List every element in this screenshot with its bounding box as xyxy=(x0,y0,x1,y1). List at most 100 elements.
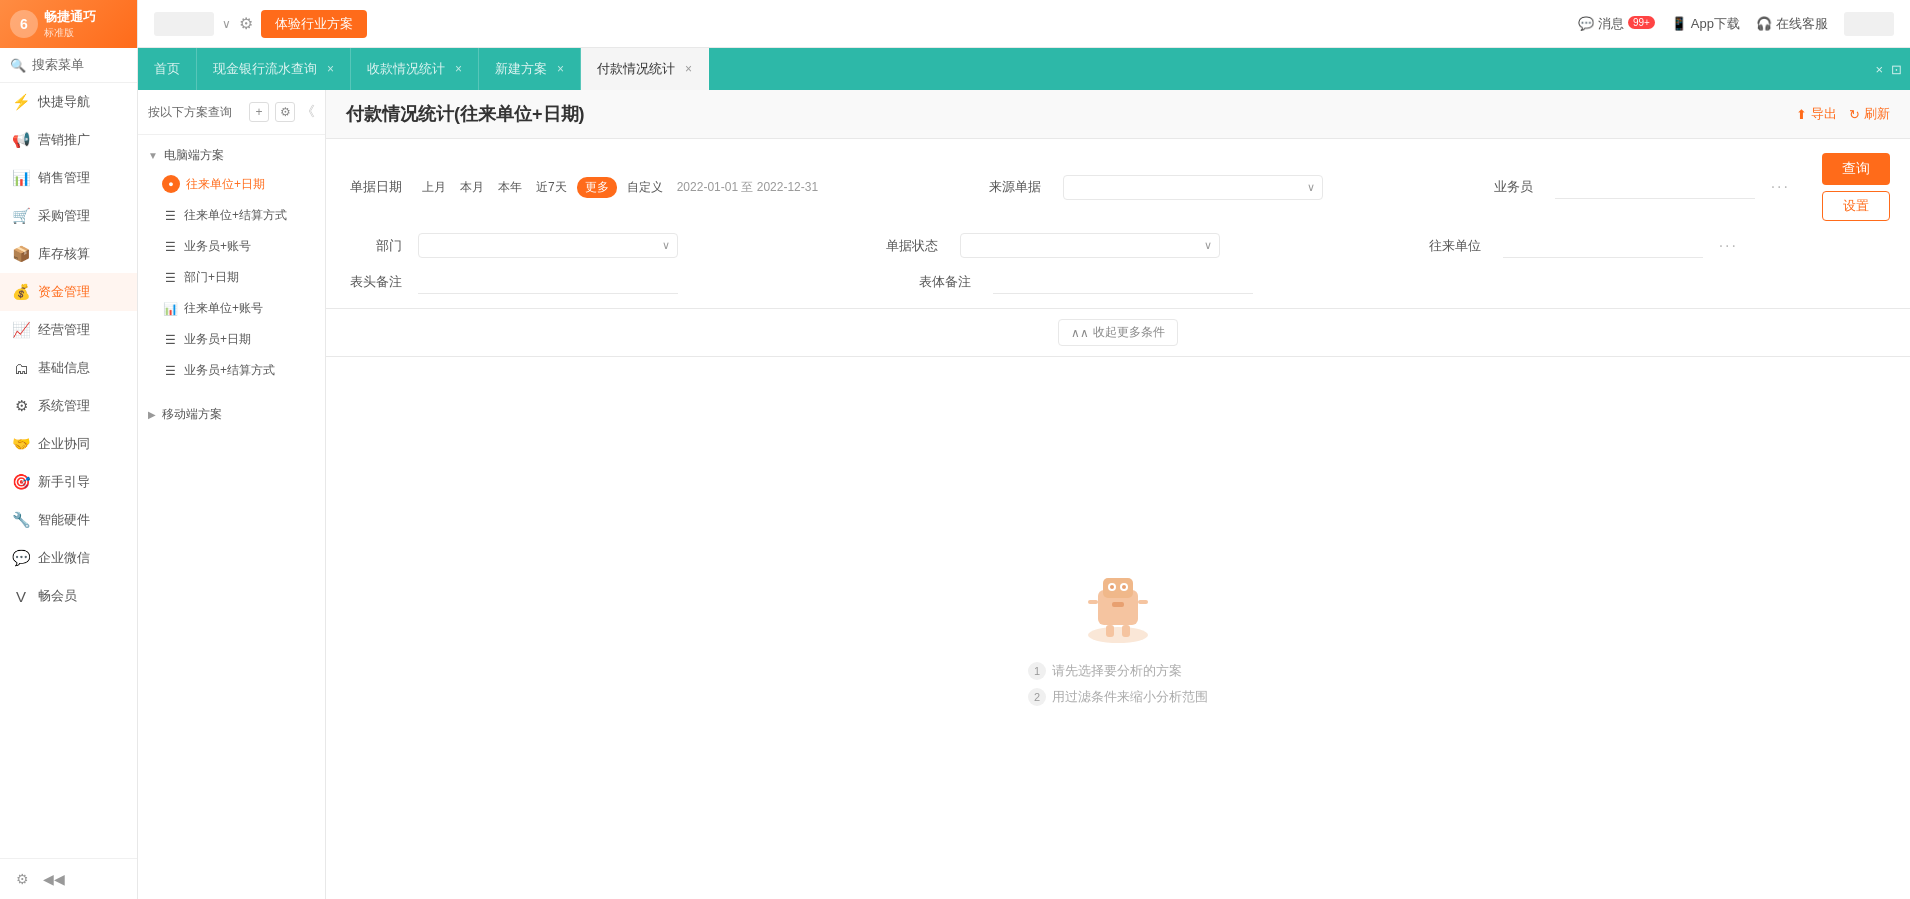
online-service-btn[interactable]: 🎧 在线客服 xyxy=(1756,15,1828,33)
date-opt-this-month[interactable]: 本月 xyxy=(456,177,488,198)
date-opt-this-year[interactable]: 本年 xyxy=(494,177,526,198)
hardware-icon: 🔧 xyxy=(12,511,30,529)
sidebar-item-enterprise[interactable]: 🤝 企业协同 xyxy=(0,425,137,463)
salesman-input[interactable] xyxy=(1555,175,1755,199)
scheme-grid-icon2: ☰ xyxy=(162,239,178,255)
sidebar-item-sales[interactable]: 📊 销售管理 xyxy=(0,159,137,197)
sidebar-item-label: 新手引导 xyxy=(38,473,90,491)
tab-new-scheme-close[interactable]: × xyxy=(557,62,564,76)
trial-btn[interactable]: 体验行业方案 xyxy=(261,10,367,38)
sidebar-item-label: 企业微信 xyxy=(38,549,90,567)
table-body-input[interactable] xyxy=(993,270,1253,294)
scheme-item-partner-account[interactable]: 📊 往来单位+账号 xyxy=(138,293,325,324)
sidebar-item-quick-nav[interactable]: ⚡ 快捷导航 xyxy=(0,83,137,121)
scheme-item-partner-settle[interactable]: ☰ 往来单位+结算方式 xyxy=(138,200,325,231)
app-download-btn[interactable]: 📱 App下载 xyxy=(1671,15,1740,33)
tab-payment-close[interactable]: × xyxy=(685,62,692,76)
date-opt-custom[interactable]: 自定义 xyxy=(623,177,667,198)
bill-status-select[interactable] xyxy=(960,233,1220,258)
active-dot-icon: ● xyxy=(162,175,180,193)
sidebar-item-label: 基础信息 xyxy=(38,359,90,377)
scheme-item-dept-date[interactable]: ☰ 部门+日期 xyxy=(138,262,325,293)
quick-nav-icon: ⚡ xyxy=(12,93,30,111)
partner-input[interactable] xyxy=(1503,234,1703,258)
export-btn[interactable]: ⬆ 导出 xyxy=(1796,105,1837,123)
sidebar-header: 6 畅捷通巧 标准版 xyxy=(0,0,137,48)
scheme-item-salesman-date[interactable]: ☰ 业务员+日期 xyxy=(138,324,325,355)
query-btn[interactable]: 查询 xyxy=(1822,153,1890,185)
wechat-icon: 💬 xyxy=(12,549,30,567)
tab-payment-stats[interactable]: 付款情况统计 × xyxy=(581,48,709,90)
tab-receipt-stats[interactable]: 收款情况统计 × xyxy=(351,48,479,90)
table-header-label: 表头备注 xyxy=(346,273,402,291)
partner-label: 往来单位 xyxy=(1429,237,1481,255)
tab-bank-flow-close[interactable]: × xyxy=(327,62,334,76)
scheme-add-btn[interactable]: + xyxy=(249,102,269,122)
scheme-panel: 按以下方案查询 + ⚙ 《 ▼ 电脑端方案 ● 往来单位+日期 ☰ xyxy=(138,90,326,899)
enterprise-icon: 🤝 xyxy=(12,435,30,453)
sidebar-item-hardware[interactable]: 🔧 智能硬件 xyxy=(0,501,137,539)
refresh-btn[interactable]: ↻ 刷新 xyxy=(1849,105,1890,123)
scheme-collapse-btn[interactable]: 《 xyxy=(301,103,315,121)
sidebar-logo-sub: 标准版 xyxy=(44,26,96,40)
inventory-icon: 📦 xyxy=(12,245,30,263)
sidebar-item-member[interactable]: V 畅会员 xyxy=(0,577,137,615)
sidebar-item-marketing[interactable]: 📢 营销推广 xyxy=(0,121,137,159)
scheme-item-label: 往来单位+日期 xyxy=(186,176,265,193)
scheme-item-partner-date[interactable]: ● 往来单位+日期 xyxy=(138,168,325,200)
sidebar-item-system[interactable]: ⚙ 系统管理 xyxy=(0,387,137,425)
company-avatar[interactable] xyxy=(154,12,214,36)
scheme-desktop-section: ▼ 电脑端方案 ● 往来单位+日期 ☰ 往来单位+结算方式 ☰ 业务员+账号 ☰ xyxy=(138,135,325,394)
scheme-desktop-title[interactable]: ▼ 电脑端方案 xyxy=(138,143,325,168)
svg-point-0 xyxy=(1088,627,1148,643)
collapse-up-icon: ∧∧ xyxy=(1071,326,1089,340)
sidebar-logo-text: 畅捷通巧 xyxy=(44,8,96,26)
date-opt-more[interactable]: 更多 xyxy=(577,177,617,198)
sidebar: 6 畅捷通巧 标准版 🔍 搜索菜单 ⚡ 快捷导航 📢 营销推广 📊 销售管理 🛒… xyxy=(0,0,138,899)
topbar-settings-icon[interactable]: ⚙ xyxy=(239,14,253,33)
scheme-mobile-title[interactable]: ▶ 移动端方案 xyxy=(138,402,325,427)
topbar-dropdown-arrow[interactable]: ∨ xyxy=(222,17,231,31)
source-select[interactable] xyxy=(1063,175,1323,200)
scheme-header: 按以下方案查询 + ⚙ 《 xyxy=(138,90,325,135)
sidebar-item-capital[interactable]: 💰 资金管理 xyxy=(0,273,137,311)
sidebar-item-inventory[interactable]: 📦 库存核算 xyxy=(0,235,137,273)
sidebar-item-label: 系统管理 xyxy=(38,397,90,415)
footer-settings-icon[interactable]: ⚙ xyxy=(10,867,34,891)
tab-receipt-close[interactable]: × xyxy=(455,62,462,76)
message-btn[interactable]: 💬 消息 99+ xyxy=(1578,15,1655,33)
table-header-input[interactable] xyxy=(418,270,678,294)
sidebar-item-guide[interactable]: 🎯 新手引导 xyxy=(0,463,137,501)
sidebar-item-operation[interactable]: 📈 经营管理 xyxy=(0,311,137,349)
partner-dots[interactable]: ··· xyxy=(1719,237,1738,255)
sidebar-item-wechat[interactable]: 💬 企业微信 xyxy=(0,539,137,577)
scheme-item-salesman-settle[interactable]: ☰ 业务员+结算方式 xyxy=(138,355,325,386)
guide-icon: 🎯 xyxy=(12,473,30,491)
scheme-chart-icon: 📊 xyxy=(162,301,178,317)
date-label: 单据日期 xyxy=(346,178,402,196)
window-maximize-icon[interactable]: ⊡ xyxy=(1891,62,1902,77)
date-opt-last-month[interactable]: 上月 xyxy=(418,177,450,198)
system-icon: ⚙ xyxy=(12,397,30,415)
date-opt-7days[interactable]: 近7天 xyxy=(532,177,571,198)
tab-new-scheme[interactable]: 新建方案 × xyxy=(479,48,581,90)
tabbar: 首页 现金银行流水查询 × 收款情况统计 × 新建方案 × 付款情况统计 × ×… xyxy=(138,48,1910,90)
sidebar-item-base-info[interactable]: 🗂 基础信息 xyxy=(0,349,137,387)
hint-num-2: 2 xyxy=(1028,688,1046,706)
sidebar-item-purchase[interactable]: 🛒 采购管理 xyxy=(0,197,137,235)
user-avatar[interactable] xyxy=(1844,12,1894,36)
tab-home[interactable]: 首页 xyxy=(138,48,197,90)
refresh-icon: ↻ xyxy=(1849,107,1860,122)
window-close-icon[interactable]: × xyxy=(1875,62,1883,77)
scheme-item-salesman-account[interactable]: ☰ 业务员+账号 xyxy=(138,231,325,262)
sidebar-header-info: 畅捷通巧 标准版 xyxy=(44,8,96,40)
dept-select[interactable] xyxy=(418,233,678,258)
bill-status-select-wrap xyxy=(960,233,1220,258)
scheme-settings-btn[interactable]: ⚙ xyxy=(275,102,295,122)
sidebar-search[interactable]: 🔍 搜索菜单 xyxy=(0,48,137,83)
settings-btn[interactable]: 设置 xyxy=(1822,191,1890,221)
salesman-dots[interactable]: ··· xyxy=(1771,178,1790,196)
collapse-conditions-btn[interactable]: ∧∧ 收起更多条件 xyxy=(1058,319,1178,346)
footer-collapse-icon[interactable]: ◀◀ xyxy=(42,867,66,891)
tab-bank-flow[interactable]: 现金银行流水查询 × xyxy=(197,48,351,90)
